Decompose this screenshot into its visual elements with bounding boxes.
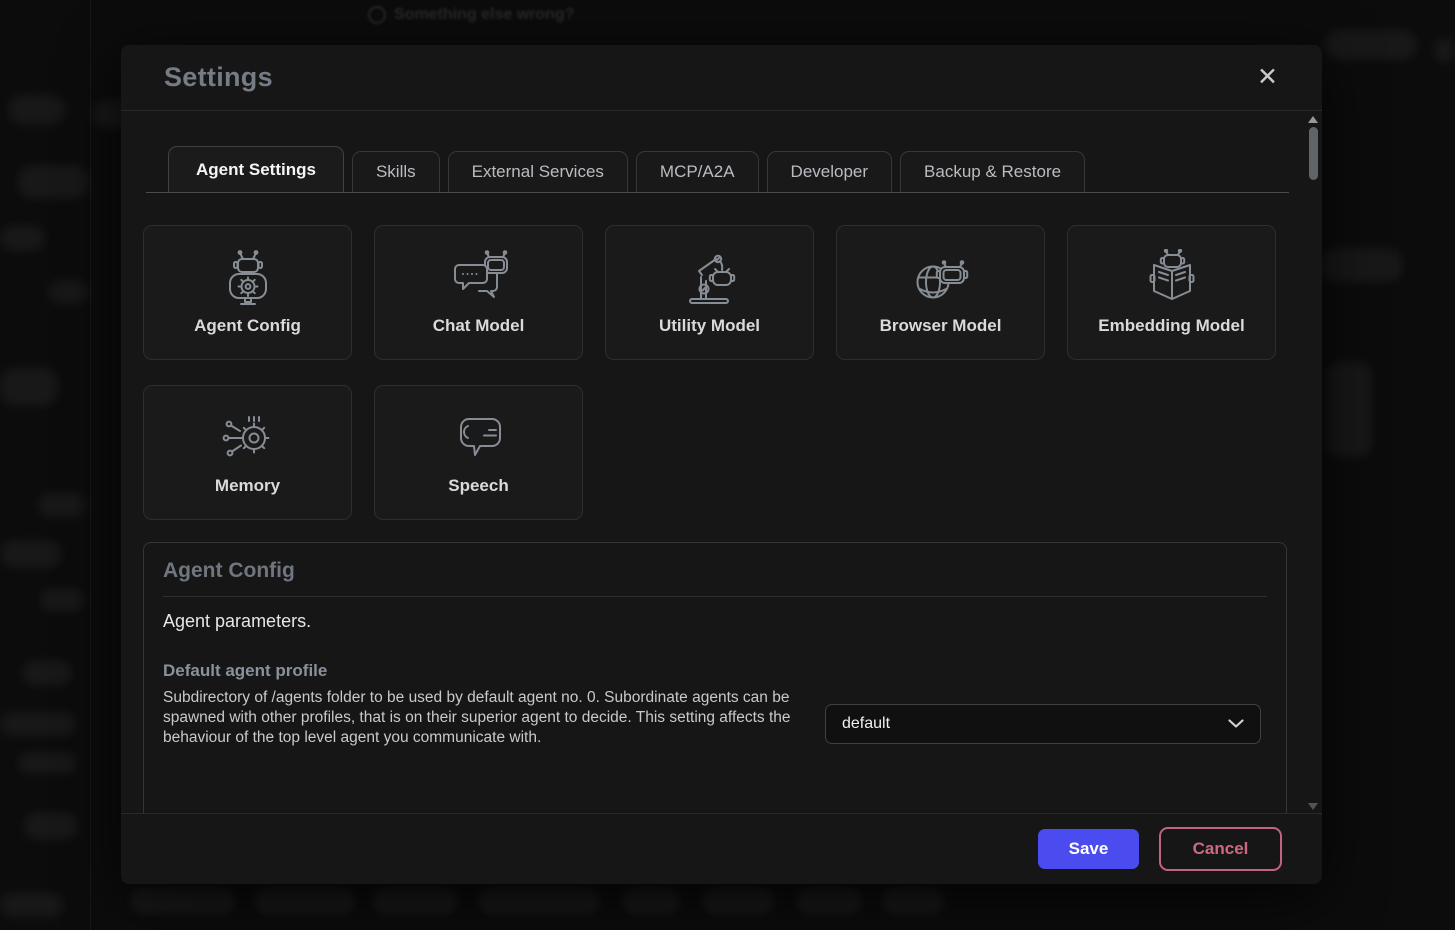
speech-bubble-icon [447,409,511,467]
card-label: Memory [215,476,280,496]
settings-card-grid: Agent Config Chat Model [143,225,1300,520]
sidebar-divider [90,0,91,930]
card-agent-config[interactable]: Agent Config [143,225,352,360]
tab-mcp-a2a[interactable]: MCP/A2A [636,151,759,192]
section-title: Agent Config [163,559,1267,583]
background-chip [255,888,355,914]
background-blur-item [1325,30,1417,60]
section-divider [163,596,1267,597]
robot-reading-book-icon [1140,249,1204,307]
background-chip [130,888,235,914]
card-label: Browser Model [880,316,1002,336]
scroll-up-arrow-icon[interactable] [1308,116,1318,123]
cancel-button[interactable]: Cancel [1159,827,1282,871]
close-icon[interactable]: ✕ [1253,63,1282,92]
card-label: Chat Model [433,316,525,336]
tab-backup-restore[interactable]: Backup & Restore [900,151,1085,192]
modal-header: Settings ✕ [121,45,1322,111]
agent-config-section: Agent Config Agent parameters. Default a… [143,542,1287,813]
background-chip [478,888,600,914]
sidebar-blur-item [24,812,78,840]
sidebar-blur-item [18,752,76,774]
globe-robot-icon [909,249,973,307]
app-screen: Something else wrong? Settings ✕ Agent S… [0,0,1455,930]
background-message: Something else wrong? [368,6,574,24]
sidebar-blur-item [18,165,88,199]
tab-developer[interactable]: Developer [767,151,893,192]
field-label: Default agent profile [163,661,1267,681]
card-speech[interactable]: Speech [374,385,583,520]
sidebar-blur-item [22,660,72,686]
circuit-gear-icon [216,409,280,467]
card-label: Agent Config [194,316,301,336]
card-embedding-model[interactable]: Embedding Model [1067,225,1276,360]
field-description: Subdirectory of /agents folder to be use… [163,688,811,748]
background-blur-item [1434,38,1455,63]
background-chip [622,888,680,914]
chevron-down-icon [1228,715,1244,733]
robot-gear-monitor-icon [216,249,280,307]
sidebar-blur-item [8,95,66,125]
tab-skills[interactable]: Skills [352,151,440,192]
select-value: default [842,715,890,733]
section-subtitle: Agent parameters. [163,611,1267,632]
background-chip [372,888,457,914]
tab-bar: Agent Settings Skills External Services … [168,146,1085,192]
modal-title: Settings [164,62,273,93]
card-utility-model[interactable]: Utility Model [605,225,814,360]
default-agent-profile-select[interactable]: default [825,704,1261,744]
sidebar-blur-item [40,588,84,612]
sidebar-blur-item [48,280,88,304]
status-dot-icon [368,6,386,24]
background-chip [882,888,944,914]
card-memory[interactable]: Memory [143,385,352,520]
tab-external-services[interactable]: External Services [448,151,628,192]
card-label: Utility Model [659,316,760,336]
sidebar-blur-item [0,225,45,251]
card-label: Embedding Model [1098,316,1244,336]
background-chip [796,888,862,914]
sidebar-blur-item [38,492,86,518]
tab-agent-settings[interactable]: Agent Settings [168,146,344,192]
modal-scrollbar [1307,114,1320,812]
settings-modal: Settings ✕ Agent Settings Skills Externa… [121,45,1322,884]
tabs-underline [146,192,1289,193]
sidebar-blur-item [0,712,76,736]
card-chat-model[interactable]: Chat Model [374,225,583,360]
scrollbar-thumb[interactable] [1309,127,1318,180]
scroll-down-arrow-icon[interactable] [1308,803,1318,810]
card-label: Speech [448,476,508,496]
chat-bubbles-robot-icon [447,249,511,307]
sidebar-blur-item [0,540,62,568]
sidebar-blur-item [0,368,58,406]
background-chip [702,888,774,914]
background-blur-item [1326,362,1372,457]
save-button[interactable]: Save [1038,829,1139,869]
sidebar-blur-item [0,893,64,917]
card-browser-model[interactable]: Browser Model [836,225,1045,360]
background-blur-item [1320,248,1402,282]
background-message-text: Something else wrong? [394,6,574,24]
modal-footer: Save Cancel [121,813,1322,884]
robot-arm-icon [678,249,742,307]
